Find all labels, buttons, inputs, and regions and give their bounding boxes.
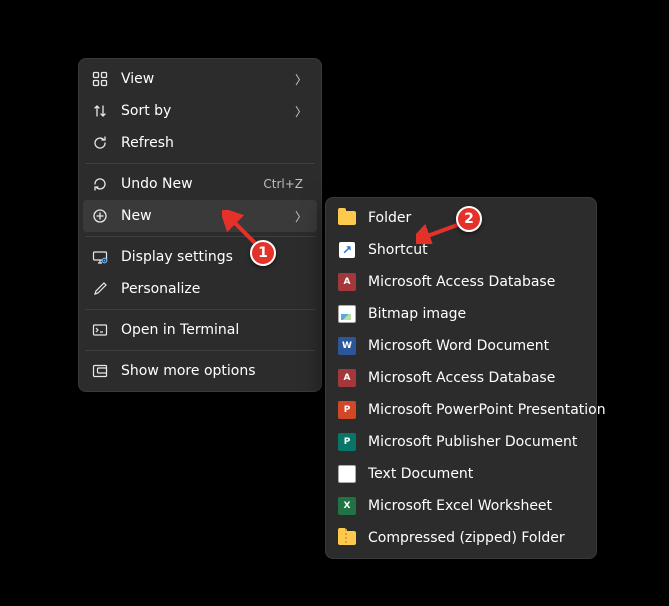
submenu-item-publisher[interactable]: P Microsoft Publisher Document xyxy=(330,426,592,458)
terminal-icon xyxy=(91,321,109,339)
menu-label: Open in Terminal xyxy=(121,322,307,338)
menu-item-more-options[interactable]: Show more options xyxy=(83,355,317,387)
menu-separator xyxy=(85,163,315,164)
menu-item-display-settings[interactable]: Display settings xyxy=(83,241,317,273)
sort-icon xyxy=(91,102,109,120)
menu-label: Sort by xyxy=(121,103,283,119)
submenu-label: Shortcut xyxy=(368,242,582,258)
new-icon xyxy=(91,207,109,225)
submenu-item-access-2[interactable]: A Microsoft Access Database xyxy=(330,362,592,394)
submenu-label: Bitmap image xyxy=(368,306,582,322)
chevron-right-icon: 〉 xyxy=(295,208,307,225)
text-document-icon xyxy=(338,465,356,483)
menu-label: Refresh xyxy=(121,135,307,151)
access-icon: A xyxy=(338,369,356,387)
submenu-label: Microsoft Word Document xyxy=(368,338,582,354)
submenu-label: Microsoft Access Database xyxy=(368,274,582,290)
submenu-label: Microsoft Publisher Document xyxy=(368,434,582,450)
menu-separator xyxy=(85,350,315,351)
submenu-item-word[interactable]: W Microsoft Word Document xyxy=(330,330,592,362)
publisher-icon: P xyxy=(338,433,356,451)
submenu-item-excel[interactable]: X Microsoft Excel Worksheet xyxy=(330,490,592,522)
chevron-right-icon: 〉 xyxy=(295,71,307,88)
menu-label: View xyxy=(121,71,283,87)
excel-icon: X xyxy=(338,497,356,515)
submenu-label: Text Document xyxy=(368,466,582,482)
submenu-label: Compressed (zipped) Folder xyxy=(368,530,582,546)
submenu-item-access[interactable]: A Microsoft Access Database xyxy=(330,266,592,298)
access-icon: A xyxy=(338,273,356,291)
bitmap-icon xyxy=(338,305,356,323)
menu-separator xyxy=(85,309,315,310)
menu-label: Undo New xyxy=(121,176,251,192)
menu-item-sort-by[interactable]: Sort by 〉 xyxy=(83,95,317,127)
display-settings-icon xyxy=(91,248,109,266)
view-icon xyxy=(91,70,109,88)
menu-label: Personalize xyxy=(121,281,307,297)
menu-item-open-terminal[interactable]: Open in Terminal xyxy=(83,314,317,346)
menu-shortcut: Ctrl+Z xyxy=(263,177,303,191)
folder-icon xyxy=(338,209,356,227)
menu-item-personalize[interactable]: Personalize xyxy=(83,273,317,305)
menu-label: Show more options xyxy=(121,363,307,379)
new-submenu: Folder Shortcut A Microsoft Access Datab… xyxy=(325,197,597,559)
submenu-item-powerpoint[interactable]: P Microsoft PowerPoint Presentation xyxy=(330,394,592,426)
menu-item-new[interactable]: New 〉 xyxy=(83,200,317,232)
annotation-badge-1: 1 xyxy=(250,240,276,266)
undo-icon xyxy=(91,175,109,193)
menu-item-undo[interactable]: Undo New Ctrl+Z xyxy=(83,168,317,200)
word-icon: W xyxy=(338,337,356,355)
submenu-item-bitmap[interactable]: Bitmap image xyxy=(330,298,592,330)
menu-item-refresh[interactable]: Refresh xyxy=(83,127,317,159)
desktop-context-menu: View 〉 Sort by 〉 Refresh Undo New Ctrl+Z xyxy=(78,58,322,392)
menu-label: Display settings xyxy=(121,249,307,265)
submenu-item-zip[interactable]: Compressed (zipped) Folder xyxy=(330,522,592,554)
chevron-right-icon: 〉 xyxy=(295,103,307,120)
personalize-icon xyxy=(91,280,109,298)
submenu-label: Microsoft PowerPoint Presentation xyxy=(368,402,606,418)
menu-separator xyxy=(85,236,315,237)
submenu-label: Microsoft Access Database xyxy=(368,370,582,386)
more-options-icon xyxy=(91,362,109,380)
menu-item-view[interactable]: View 〉 xyxy=(83,63,317,95)
annotation-badge-2: 2 xyxy=(456,206,482,232)
powerpoint-icon: P xyxy=(338,401,356,419)
refresh-icon xyxy=(91,134,109,152)
submenu-label: Microsoft Excel Worksheet xyxy=(368,498,582,514)
submenu-item-text[interactable]: Text Document xyxy=(330,458,592,490)
shortcut-icon xyxy=(338,241,356,259)
zip-folder-icon xyxy=(338,529,356,547)
